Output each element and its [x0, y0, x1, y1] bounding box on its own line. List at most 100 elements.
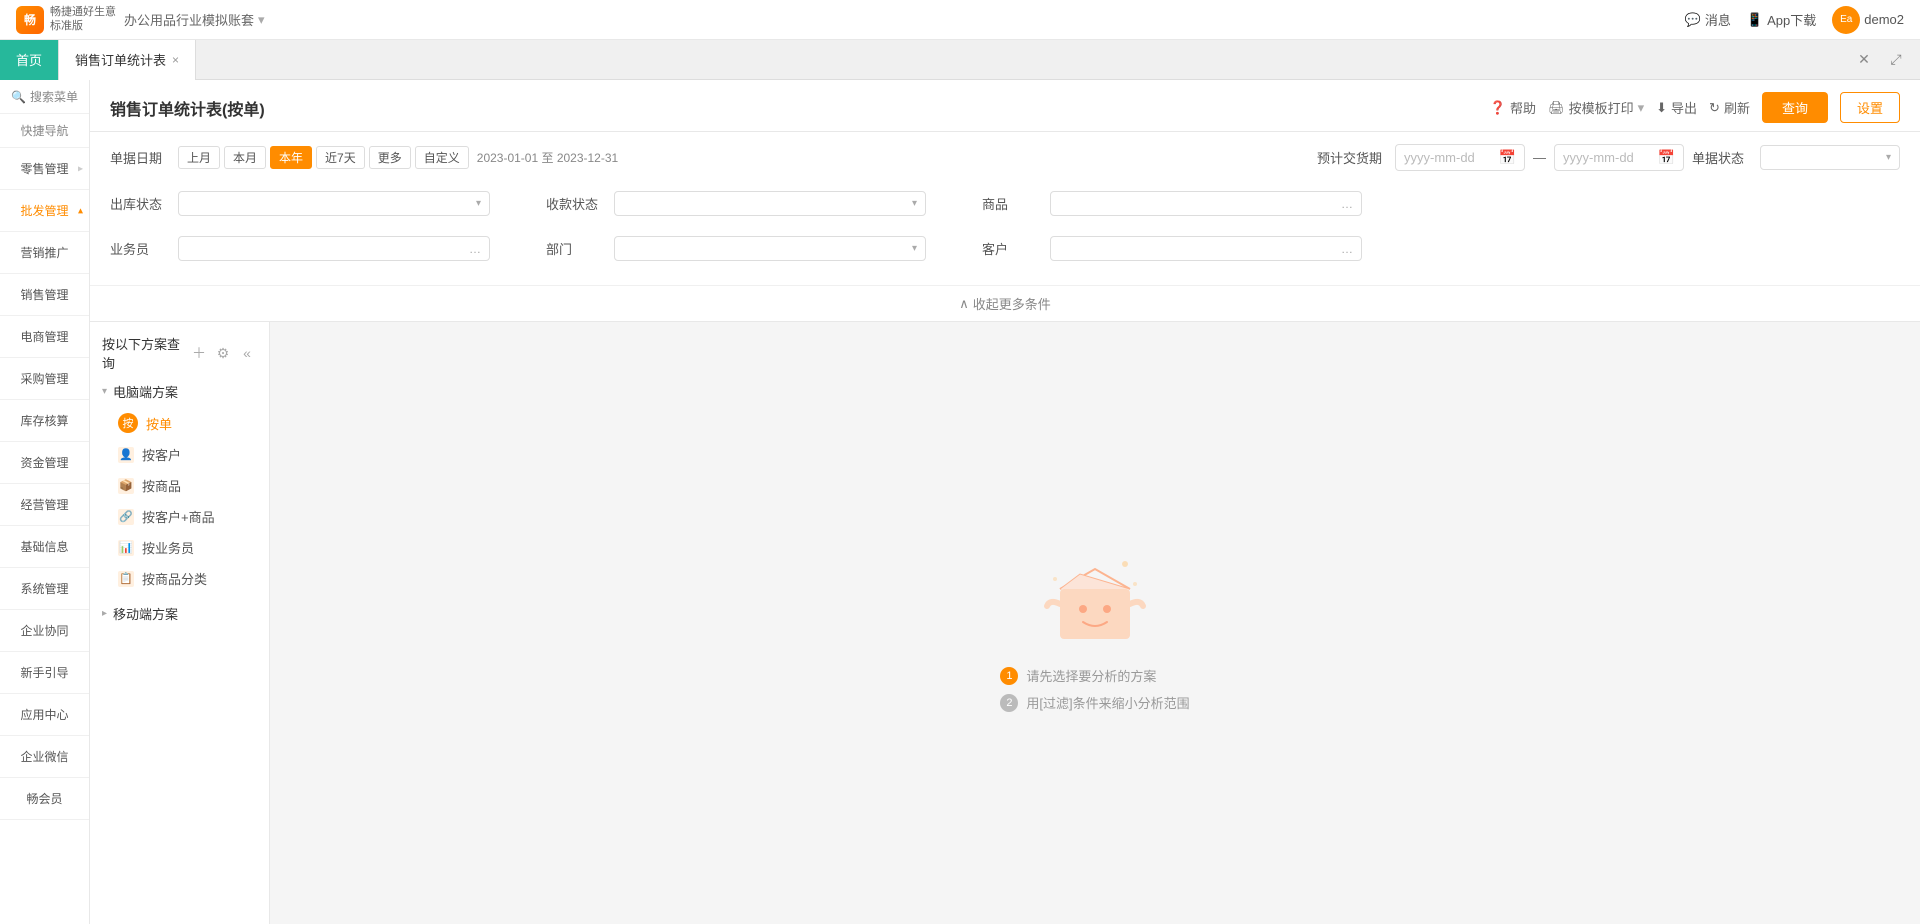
query-button[interactable]: 查询 [1762, 92, 1828, 123]
salesperson-input[interactable]: … [178, 236, 490, 261]
scheme-group-pc-header[interactable]: ▾ 电脑端方案 [90, 376, 269, 407]
date-btn-custom[interactable]: 自定义 [415, 146, 469, 169]
sidebar: 🔍 搜索菜单 快捷导航 零售管理 ▸ 批发管理 ▴ 营销推广 销售管理 电商管理… [0, 80, 90, 924]
sidebar-item-sales[interactable]: 销售管理 [0, 274, 89, 316]
calendar-end-icon: 📅 [1658, 149, 1675, 166]
tab-home[interactable]: 首页 [0, 40, 59, 80]
sidebar-item-wholesale[interactable]: 批发管理 ▴ [0, 190, 89, 232]
date-range-text: 2023-01-01 至 2023-12-31 [477, 149, 618, 166]
template-print-button[interactable]: 🖨 按模板打印 ▾ [1548, 98, 1644, 117]
breadcrumb[interactable]: 办公用品行业模拟账套 ▾ [124, 10, 265, 29]
tab-close-icon[interactable]: × [172, 53, 179, 67]
search-icon: 🔍 [11, 90, 26, 104]
date-btn-this-year[interactable]: 本年 [270, 146, 312, 169]
scheme-item-by-order[interactable]: 按 按单 [94, 407, 265, 439]
page-header: 销售订单统计表(按单) ❓ 帮助 🖨 按模板打印 ▾ ⬇ 导出 ↻ 刷新 [90, 80, 1920, 132]
sidebar-item-operations[interactable]: 经营管理 [0, 484, 89, 526]
sidebar-item-retail[interactable]: 零售管理 ▸ [0, 148, 89, 190]
logo-text: 畅捷通好生意 标准版 [50, 6, 116, 32]
chevron-up-icon: ∧ [959, 296, 969, 312]
dept-label: 部门 [546, 239, 606, 258]
scheme-edit-button[interactable]: ⚙ [213, 343, 233, 363]
status-dropdown-icon: ▾ [1886, 152, 1891, 163]
scheme-group-mobile: ▸ 移动端方案 [90, 598, 269, 629]
scheme-item-by-salesperson[interactable]: 📊 按业务员 [94, 532, 265, 563]
window-expand-icon[interactable]: ⤢ [1884, 48, 1908, 72]
sidebar-shortcut[interactable]: 快捷导航 [0, 114, 89, 148]
step-1-number: 1 [1000, 667, 1018, 685]
date-btn-last-month[interactable]: 上月 [178, 146, 220, 169]
scheme-add-button[interactable]: ＋ [189, 343, 209, 363]
customer-more-icon: … [1341, 242, 1353, 256]
help-button[interactable]: ❓ 帮助 [1490, 98, 1536, 117]
sidebar-item-newbie[interactable]: 新手引导 [0, 652, 89, 694]
date-btn-more[interactable]: 更多 [369, 146, 411, 169]
payment-select[interactable]: ▾ [614, 191, 926, 216]
payment-dropdown-icon: ▾ [912, 198, 917, 209]
main-layout: 🔍 搜索菜单 快捷导航 零售管理 ▸ 批发管理 ▴ 营销推广 销售管理 电商管理… [0, 80, 1920, 924]
customer-input[interactable]: … [1050, 236, 1362, 261]
goods-label: 商品 [982, 194, 1042, 213]
delivery-select[interactable]: ▾ [178, 191, 490, 216]
filter-area: 单据日期 上月 本月 本年 近7天 更多 自定义 2023-01-01 至 20… [90, 132, 1920, 322]
date-btn-7days[interactable]: 近7天 [316, 146, 365, 169]
chevron-down-icon: ▾ [102, 386, 107, 397]
sidebar-item-ecommerce[interactable]: 电商管理 [0, 316, 89, 358]
dept-select[interactable]: ▾ [614, 236, 926, 261]
tab-active[interactable]: 销售订单统计表 × [59, 40, 196, 80]
logo-area: 畅 畅捷通好生意 标准版 [16, 6, 116, 34]
top-bar: 畅 畅捷通好生意 标准版 办公用品行业模拟账套 ▾ 💬 消息 📱 App下载 E… [0, 0, 1920, 40]
scheme-item-by-goods-category[interactable]: 📋 按商品分类 [94, 563, 265, 594]
help-icon: ❓ [1490, 100, 1506, 116]
scheme-group-mobile-header[interactable]: ▸ 移动端方案 [90, 598, 269, 629]
date-dash: — [1533, 150, 1546, 165]
message-icon: 💬 [1685, 12, 1701, 28]
sidebar-item-purchase[interactable]: 采购管理 [0, 358, 89, 400]
sidebar-item-basic[interactable]: 基础信息 [0, 526, 89, 568]
logo-icon: 畅 [16, 6, 44, 34]
sidebar-item-inventory[interactable]: 库存核算 [0, 400, 89, 442]
print-dropdown-icon: ▾ [1638, 100, 1645, 116]
export-button[interactable]: ⬇ 导出 [1656, 98, 1697, 117]
sidebar-item-system[interactable]: 系统管理 [0, 568, 89, 610]
scheme-item-by-customer-goods[interactable]: 🔗 按客户+商品 [94, 501, 265, 532]
scheme-table-icon: 📋 [118, 571, 134, 587]
sidebar-item-appstore[interactable]: 应用中心 [0, 694, 89, 736]
collapse-button[interactable]: ∧ 收起更多条件 [90, 285, 1920, 321]
customer-label: 客户 [982, 239, 1042, 258]
user-menu[interactable]: Ea demo2 [1832, 6, 1904, 34]
sidebar-item-enterprise[interactable]: 企业协同 [0, 610, 89, 652]
date-btn-this-month[interactable]: 本月 [224, 146, 266, 169]
expected-date-end-input[interactable]: yyyy-mm-dd 📅 [1554, 144, 1684, 171]
goods-more-icon: … [1341, 197, 1353, 211]
scheme-item-by-customer[interactable]: 👤 按客户 [94, 439, 265, 470]
payment-label: 收款状态 [546, 194, 606, 213]
page-actions: ❓ 帮助 🖨 按模板打印 ▾ ⬇ 导出 ↻ 刷新 查询 设置 [1490, 92, 1900, 123]
scheme-header: 按以下方案查询 ＋ ⚙ « [90, 330, 269, 376]
calendar-start-icon: 📅 [1499, 149, 1516, 166]
page-title: 销售订单统计表(按单) [110, 96, 265, 120]
refresh-button[interactable]: ↻ 刷新 [1709, 98, 1750, 117]
app-download-button[interactable]: 📱 App下载 [1747, 10, 1816, 29]
salesperson-label: 业务员 [110, 239, 170, 258]
sidebar-item-marketing[interactable]: 营销推广 [0, 232, 89, 274]
expected-date-label: 预计交货期 [1317, 148, 1387, 167]
status-select[interactable]: ▾ [1760, 145, 1900, 170]
tab-bar-end: ✕ ⤢ [1852, 48, 1920, 72]
sidebar-item-finance[interactable]: 资金管理 [0, 442, 89, 484]
message-button[interactable]: 💬 消息 [1685, 10, 1731, 29]
sidebar-search[interactable]: 🔍 搜索菜单 [0, 80, 89, 114]
delivery-label: 出库状态 [110, 194, 170, 213]
empty-steps: 1 请先选择要分析的方案 2 用[过滤]条件来缩小分析范围 [1000, 666, 1189, 712]
scheme-collapse-button[interactable]: « [237, 343, 257, 363]
scheme-combo-icon: 🔗 [118, 509, 134, 525]
window-close-icon[interactable]: ✕ [1852, 48, 1876, 72]
settings-button[interactable]: 设置 [1840, 92, 1900, 123]
expected-date-start-input[interactable]: yyyy-mm-dd 📅 [1395, 144, 1525, 171]
empty-step-1: 1 请先选择要分析的方案 [1000, 666, 1189, 685]
scheme-item-by-goods[interactable]: 📦 按商品 [94, 470, 265, 501]
sidebar-item-wechat[interactable]: 企业微信 [0, 736, 89, 778]
sidebar-item-member[interactable]: 畅会员 [0, 778, 89, 820]
empty-state: 1 请先选择要分析的方案 2 用[过滤]条件来缩小分析范围 [1000, 534, 1189, 712]
goods-input[interactable]: … [1050, 191, 1362, 216]
